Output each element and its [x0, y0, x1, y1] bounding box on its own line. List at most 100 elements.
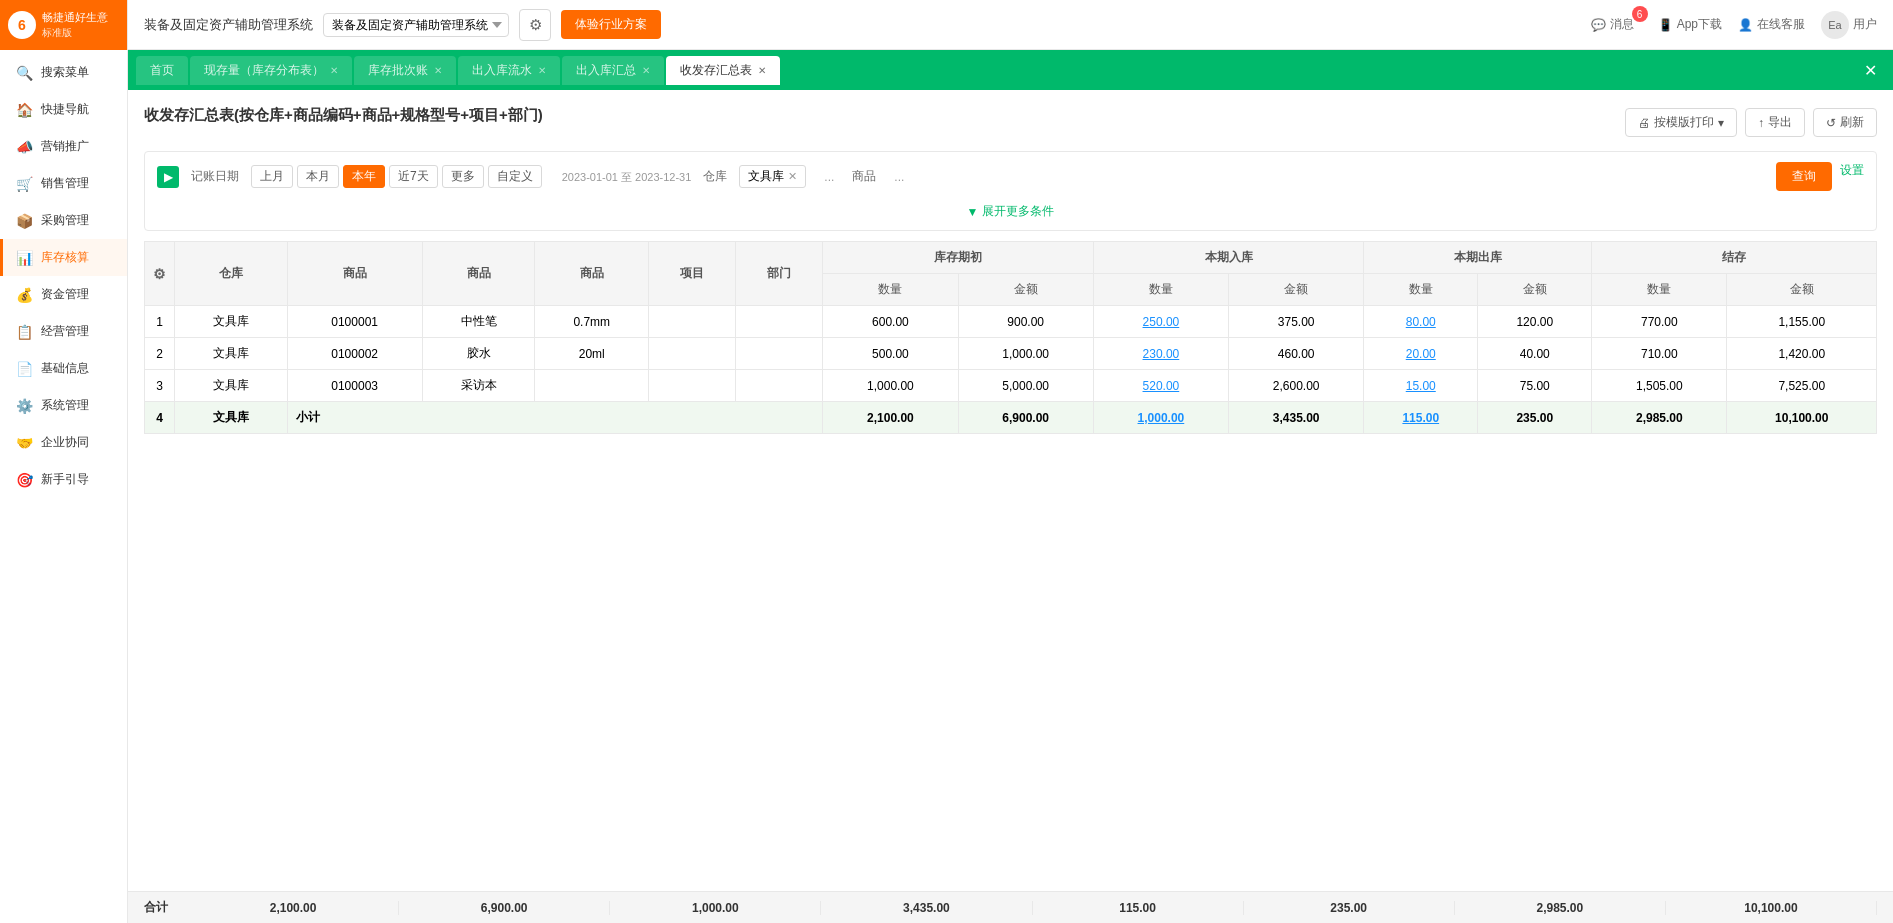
export-icon: ↑ [1758, 116, 1764, 130]
row-name: 采访本 [422, 370, 535, 402]
row-out-qty[interactable]: 80.00 [1364, 306, 1478, 338]
tab-close-icon[interactable]: ✕ [538, 65, 546, 76]
date-this-month[interactable]: 本月 [297, 165, 339, 188]
message-action[interactable]: 💬 消息 6 [1583, 12, 1642, 37]
finance-icon: 💰 [15, 287, 33, 303]
subtotal-in-amt: 3,435.00 [1229, 402, 1364, 434]
logo-text: 畅捷通好生意 [42, 10, 108, 25]
product-label: 商品 [852, 168, 876, 185]
date-this-year[interactable]: 本年 [343, 165, 385, 188]
basic-info-icon: 📄 [15, 361, 33, 377]
try-industry-button[interactable]: 体验行业方案 [561, 10, 661, 39]
bal-qty-header: 数量 [1592, 274, 1727, 306]
operation-icon: 📋 [15, 324, 33, 340]
print-icon: 🖨 [1638, 116, 1650, 130]
row-in-qty[interactable]: 230.00 [1093, 338, 1228, 370]
print-button[interactable]: 🖨 按模版打印 ▾ [1625, 108, 1737, 137]
sidebar-item-label: 企业协同 [41, 434, 89, 451]
settings-link[interactable]: 设置 [1840, 162, 1864, 191]
export-button[interactable]: ↑ 导出 [1745, 108, 1805, 137]
sidebar-item-marketing[interactable]: 📣 营销推广 [0, 128, 127, 165]
row-in-amt: 460.00 [1229, 338, 1364, 370]
table-row: 2 文具库 0100002 胶水 20ml 500.00 1,000.00 23… [145, 338, 1877, 370]
tab-close-icon[interactable]: ✕ [758, 65, 766, 76]
row-out-qty[interactable]: 20.00 [1364, 338, 1478, 370]
sidebar-item-purchase[interactable]: 📦 采购管理 [0, 202, 127, 239]
in-qty-header: 数量 [1093, 274, 1228, 306]
date-last-month[interactable]: 上月 [251, 165, 293, 188]
search-icon: 🔍 [15, 65, 33, 81]
sidebar-item-system[interactable]: ⚙️ 系统管理 [0, 387, 127, 424]
date-more[interactable]: 更多 [442, 165, 484, 188]
sidebar-item-label: 销售管理 [41, 175, 89, 192]
sidebar-item-enterprise[interactable]: 🤝 企业协同 [0, 424, 127, 461]
tab-batch[interactable]: 库存批次账 ✕ [354, 56, 456, 85]
tab-recv-send-summary[interactable]: 收发存汇总表 ✕ [666, 56, 780, 85]
settings-button[interactable]: ⚙ [519, 9, 551, 41]
sidebar-item-operation[interactable]: 📋 经营管理 [0, 313, 127, 350]
tab-close-all[interactable]: ✕ [1856, 57, 1885, 84]
tab-close-icon[interactable]: ✕ [330, 65, 338, 76]
sidebar-item-guide[interactable]: 🎯 新手引导 [0, 461, 127, 498]
sidebar-item-basic-info[interactable]: 📄 基础信息 [0, 350, 127, 387]
tab-flow[interactable]: 出入库流水 ✕ [458, 56, 560, 85]
enterprise-icon: 🤝 [15, 435, 33, 451]
online-service-label: 在线客服 [1757, 16, 1805, 33]
avatar: Ea [1821, 11, 1849, 39]
sidebar-item-label: 营销推广 [41, 138, 89, 155]
query-button[interactable]: 查询 [1776, 162, 1832, 191]
row-in-amt: 2,600.00 [1229, 370, 1364, 402]
sidebar-item-inventory[interactable]: 📊 库存核算 [0, 239, 127, 276]
expand-icon: ▼ [967, 205, 979, 219]
subtotal-out-qty[interactable]: 115.00 [1364, 402, 1478, 434]
row-dept [736, 338, 823, 370]
subtotal-label: 小计 [287, 402, 823, 434]
product-more-btn[interactable]: ... [888, 168, 910, 186]
row-warehouse: 文具库 [175, 370, 288, 402]
subtotal-bal-amt: 10,100.00 [1727, 402, 1877, 434]
sidebar-item-finance[interactable]: 💰 资金管理 [0, 276, 127, 313]
user-action[interactable]: Ea 用户 [1821, 11, 1877, 39]
tab-inventory-dist[interactable]: 现存量（库存分布表） ✕ [190, 56, 352, 85]
row-out-qty[interactable]: 15.00 [1364, 370, 1478, 402]
sidebar-item-sales[interactable]: 🛒 销售管理 [0, 165, 127, 202]
in-stock-header: 本期入库 [1093, 242, 1364, 274]
date-custom[interactable]: 自定义 [488, 165, 542, 188]
out-amt-header: 金额 [1478, 274, 1592, 306]
code-header: 商品 [287, 242, 422, 306]
init-amt-header: 金额 [958, 274, 1093, 306]
row-dept [736, 370, 823, 402]
online-service-action[interactable]: 👤 在线客服 [1738, 16, 1805, 33]
row-in-qty[interactable]: 520.00 [1093, 370, 1228, 402]
tab-summary[interactable]: 出入库汇总 ✕ [562, 56, 664, 85]
date-7days[interactable]: 近7天 [389, 165, 438, 188]
tab-close-icon[interactable]: ✕ [642, 65, 650, 76]
app-download-action[interactable]: 📱 App下载 [1658, 16, 1722, 33]
subtotal-in-qty[interactable]: 1,000.00 [1093, 402, 1228, 434]
sidebar-item-search[interactable]: 🔍 搜索菜单 [0, 54, 127, 91]
spec-header: 商品 [535, 242, 649, 306]
sidebar-item-quick-nav[interactable]: 🏠 快捷导航 [0, 91, 127, 128]
home-icon: 🏠 [15, 102, 33, 118]
tab-home[interactable]: 首页 [136, 56, 188, 85]
data-table: ⚙ 仓库 商品 商品 商品 项目 部门 库存期初 本期入库 本期出库 结存 数量… [144, 241, 1877, 434]
warehouse-more-btn[interactable]: ... [818, 168, 840, 186]
subtotal-bal-qty: 2,985.00 [1592, 402, 1727, 434]
row-warehouse: 文具库 [175, 338, 288, 370]
refresh-button[interactable]: ↺ 刷新 [1813, 108, 1877, 137]
row-name: 胶水 [422, 338, 535, 370]
warehouse-tag-close[interactable]: ✕ [788, 170, 797, 183]
subtotal-no: 4 [145, 402, 175, 434]
expand-more-conditions[interactable]: ▼ 展开更多条件 [967, 203, 1055, 220]
row-no: 3 [145, 370, 175, 402]
system-selector[interactable]: 装备及固定资产辅助管理系统 [323, 13, 509, 37]
warehouse-filter-tag: 文具库 ✕ [739, 165, 806, 188]
filter-expand-arrow[interactable]: ▶ [157, 166, 179, 188]
subtotal-init-amt: 6,900.00 [958, 402, 1093, 434]
footer-init-qty: 2,100.00 [188, 901, 399, 915]
tab-close-icon[interactable]: ✕ [434, 65, 442, 76]
row-in-qty[interactable]: 250.00 [1093, 306, 1228, 338]
sidebar-item-label: 库存核算 [41, 249, 89, 266]
table-row: 3 文具库 0100003 采访本 1,000.00 5,000.00 520.… [145, 370, 1877, 402]
table-gear-icon[interactable]: ⚙ [153, 266, 166, 282]
